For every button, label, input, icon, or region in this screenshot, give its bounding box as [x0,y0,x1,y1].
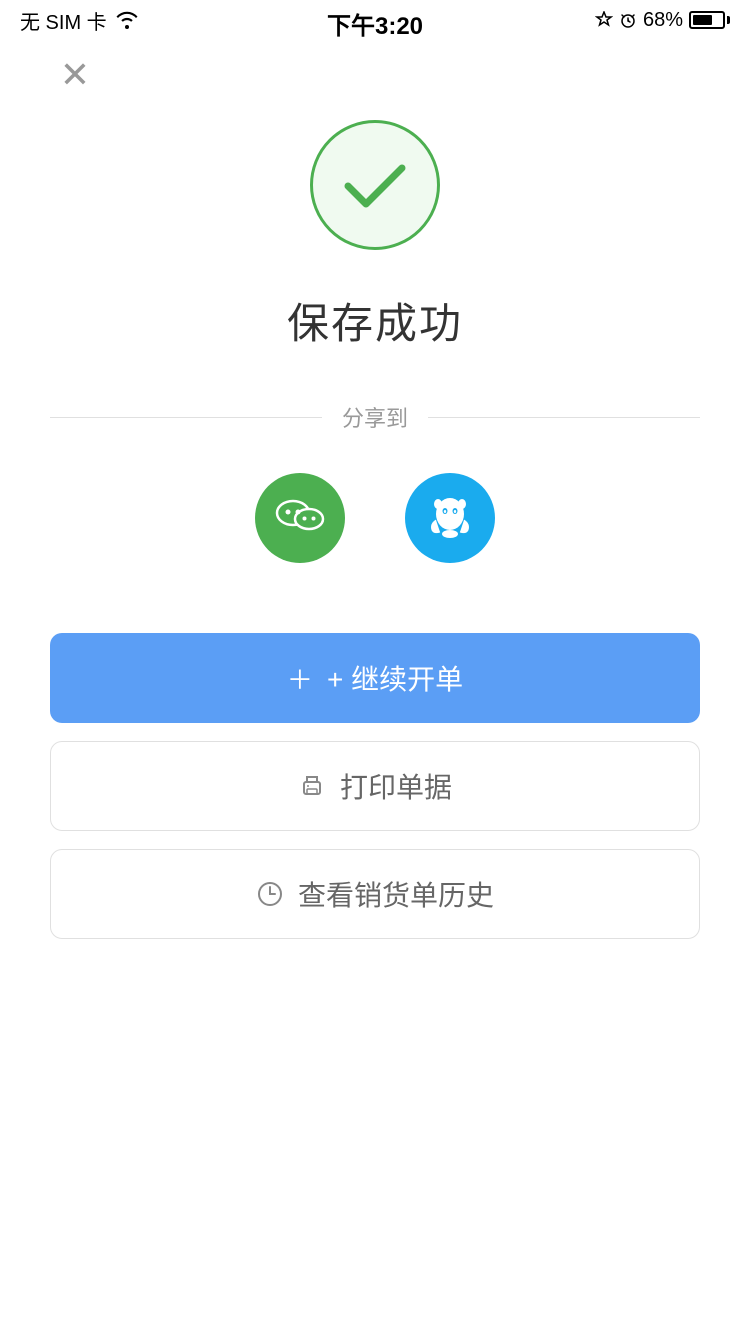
share-label: 分享到 [342,401,408,433]
history-button[interactable]: 查看销货单历史 [50,849,700,939]
history-label: 查看销货单历史 [298,874,494,914]
status-bar: 无 SIM 卡 下午3:20 68% [0,0,750,40]
status-right: 68% [595,9,730,32]
qq-icon [426,492,474,544]
wechat-share-button[interactable] [255,473,345,563]
share-icons-row [255,473,495,563]
status-time: 下午3:20 [327,6,423,41]
share-divider: 分享到 [50,401,700,433]
checkmark-icon [340,158,410,213]
action-buttons: ＋ + 继续开单 打印单据 查看销货单历史 [50,633,700,939]
plus-icon: ＋ [287,660,313,697]
sim-label: 无 SIM 卡 [20,6,107,35]
location-icon [595,11,613,29]
alarm-icon [619,11,637,29]
continue-label: + 继续开单 [327,658,463,698]
print-icon [298,772,326,800]
main-content: 保存成功 分享到 [0,40,750,939]
continue-button[interactable]: ＋ + 继续开单 [50,633,700,723]
close-button[interactable]: ✕ [50,50,100,100]
wifi-icon [115,11,139,29]
print-button[interactable]: 打印单据 [50,741,700,831]
wechat-icon [275,497,325,539]
success-title: 保存成功 [287,290,463,351]
status-left: 无 SIM 卡 [20,6,139,35]
qq-share-button[interactable] [405,473,495,563]
battery-icon [689,11,730,29]
close-icon: ✕ [60,57,90,93]
divider-right [428,417,700,418]
history-icon [256,880,284,908]
battery-percent: 68% [643,9,683,32]
success-icon-circle [310,120,440,250]
print-label: 打印单据 [340,766,452,806]
divider-left [50,417,322,418]
